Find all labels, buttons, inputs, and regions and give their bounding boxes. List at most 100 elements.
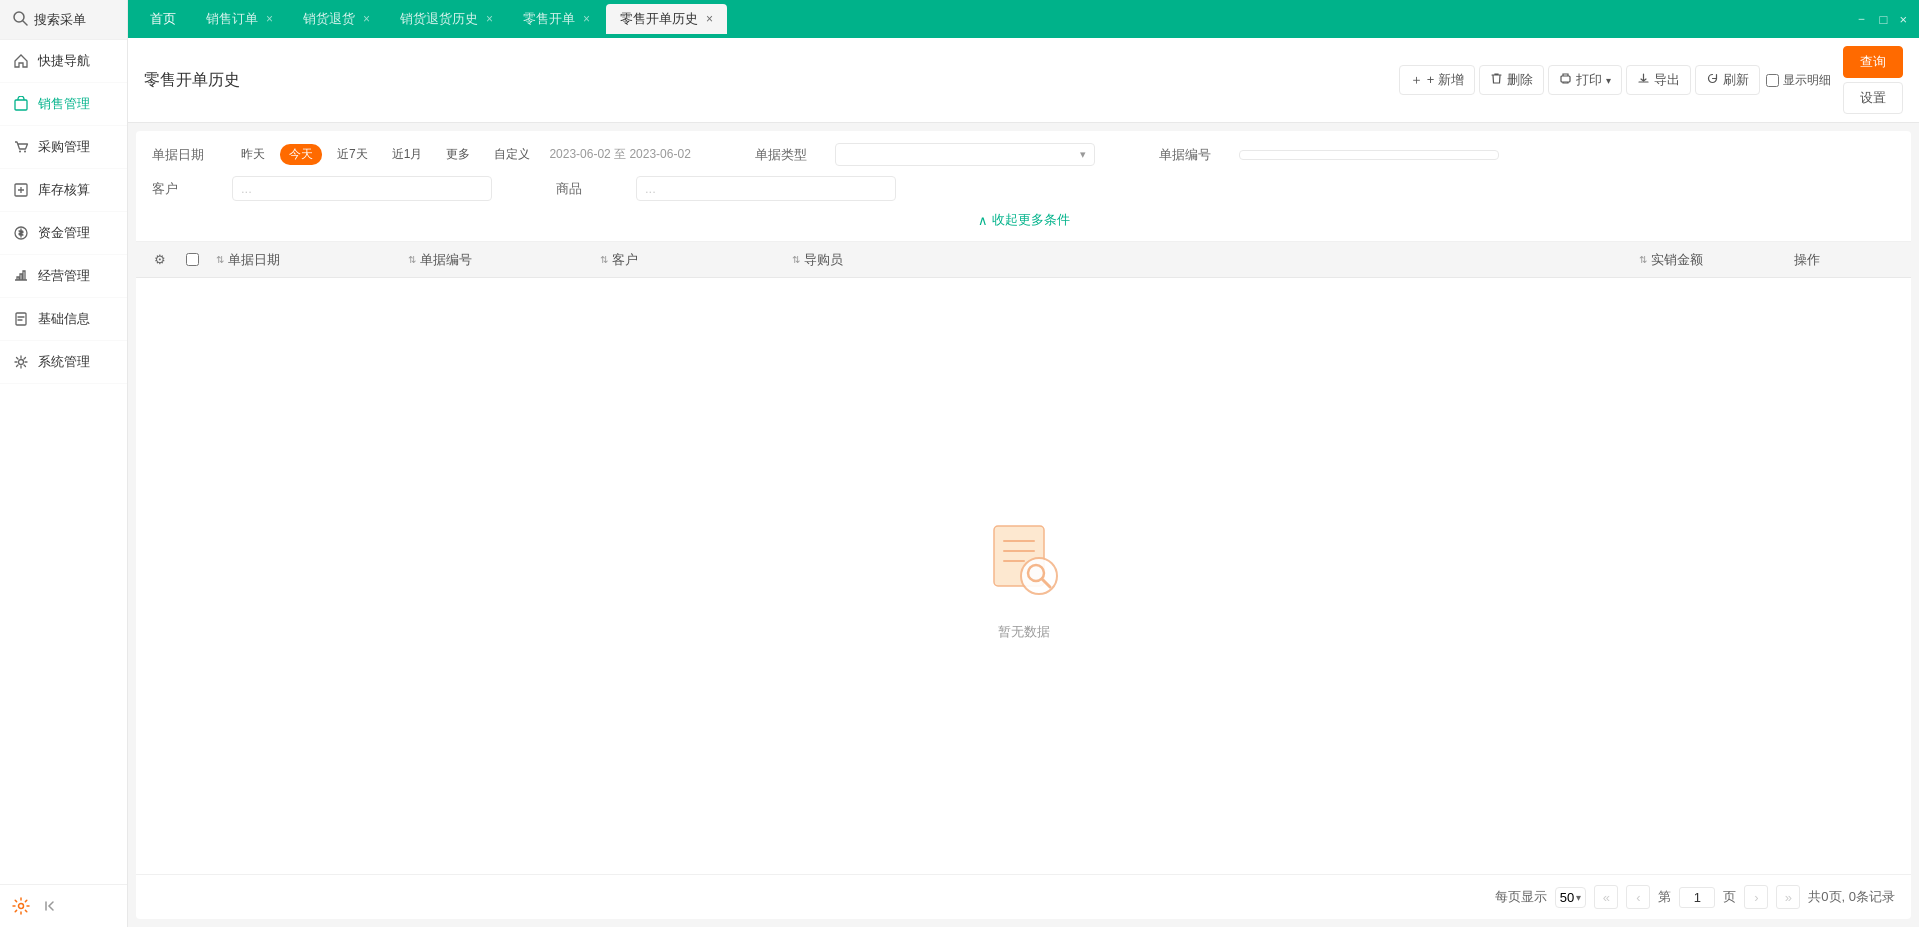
- sidebar-item-inventory[interactable]: 库存核算: [0, 169, 127, 212]
- per-page-value: 50: [1560, 890, 1574, 905]
- svg-rect-2: [15, 100, 27, 110]
- prev-page-btn[interactable]: ‹: [1626, 885, 1650, 909]
- tab-label: 销货退货: [303, 10, 355, 28]
- query-button[interactable]: 查询: [1843, 46, 1903, 78]
- last-page-btn[interactable]: »: [1776, 885, 1800, 909]
- export-icon: [1637, 72, 1650, 88]
- tab-close-icon[interactable]: ×: [583, 12, 590, 26]
- delete-icon: [1490, 72, 1503, 88]
- sidebar-item-sales-mgmt[interactable]: 销售管理: [0, 83, 127, 126]
- refresh-button[interactable]: 刷新: [1695, 65, 1760, 95]
- th-customer-label: 客户: [612, 251, 638, 269]
- sidebar-item-label: 经营管理: [38, 267, 90, 285]
- svg-line-1: [23, 21, 27, 25]
- sidebar-item-system[interactable]: 系统管理: [0, 341, 127, 384]
- date-7days-btn[interactable]: 近7天: [328, 143, 377, 166]
- empty-illustration: [974, 511, 1074, 611]
- customer-label: 客户: [152, 180, 208, 198]
- chevron-down-icon: ▾: [1080, 148, 1086, 161]
- goods-label: 商品: [556, 180, 612, 198]
- tab-retail-open[interactable]: 零售开单 ×: [509, 4, 604, 34]
- sidebar-collapse-btn[interactable]: [42, 897, 60, 915]
- pagination: 每页显示 50 ▾ « ‹ 第 页 › » 共0页, 0条记录: [136, 874, 1911, 919]
- filter-row-2: 客户 ... 商品 ...: [152, 176, 1895, 201]
- print-icon: [1559, 72, 1572, 88]
- customer-input[interactable]: ...: [232, 176, 492, 201]
- svg-point-8: [19, 360, 24, 365]
- purchase-icon: [12, 138, 30, 156]
- per-page-dropdown-icon: ▾: [1576, 892, 1581, 903]
- per-page-label: 每页显示: [1495, 888, 1547, 906]
- date-yesterday-btn[interactable]: 昨天: [232, 143, 274, 166]
- sidebar-search-label: 搜索采单: [34, 11, 86, 29]
- settings-button[interactable]: 设置: [1843, 82, 1903, 114]
- refresh-icon: [1706, 72, 1719, 88]
- th-guide[interactable]: ⇅ 导购员: [784, 251, 976, 269]
- delete-button[interactable]: 删除: [1479, 65, 1544, 95]
- tab-label: 首页: [150, 10, 176, 28]
- th-number-label: 单据编号: [420, 251, 472, 269]
- th-number[interactable]: ⇅ 单据编号: [400, 251, 592, 269]
- date-more-btn[interactable]: 更多: [437, 143, 479, 166]
- th-amount[interactable]: ⇅ 实销金额: [1519, 251, 1711, 269]
- th-amount-label: 实销金额: [1651, 251, 1703, 269]
- sidebar-item-quick-nav[interactable]: 快捷导航: [0, 40, 127, 83]
- window-close-btn[interactable]: ×: [1899, 12, 1907, 27]
- svg-point-9: [19, 904, 24, 909]
- sidebar-item-label: 销售管理: [38, 95, 90, 113]
- per-page-select[interactable]: 50 ▾: [1555, 887, 1586, 908]
- first-page-btn[interactable]: «: [1594, 885, 1618, 909]
- sidebar-item-label: 库存核算: [38, 181, 90, 199]
- display-detail-checkbox[interactable]: [1766, 74, 1779, 87]
- print-button[interactable]: 打印 ▾: [1548, 65, 1622, 95]
- window-restore-btn[interactable]: □: [1880, 12, 1888, 27]
- tab-home[interactable]: 首页: [136, 4, 190, 34]
- select-all-checkbox[interactable]: [186, 253, 199, 266]
- sidebar-search[interactable]: 搜索采单: [0, 0, 127, 40]
- basic-icon: [12, 310, 30, 328]
- tab-close-icon[interactable]: ×: [486, 12, 493, 26]
- number-input[interactable]: [1239, 150, 1499, 160]
- tab-close-icon[interactable]: ×: [706, 12, 713, 26]
- svg-rect-7: [16, 313, 26, 325]
- date-today-btn[interactable]: 今天: [280, 144, 322, 165]
- select-all-checkbox-cell: [176, 253, 208, 266]
- goods-input[interactable]: ...: [636, 176, 896, 201]
- filter-area: 单据日期 昨天 今天 近7天 近1月 更多 自定义 2023-06-02 至 2…: [136, 131, 1911, 242]
- sidebar-item-operations[interactable]: 经营管理: [0, 255, 127, 298]
- table-settings-btn[interactable]: ⚙: [144, 252, 176, 267]
- sidebar-settings-btn[interactable]: [12, 897, 30, 915]
- tab-sales-return-history[interactable]: 销货退货历史 ×: [386, 4, 507, 34]
- collapse-button[interactable]: ∧ 收起更多条件: [978, 211, 1070, 229]
- sidebar-item-finance[interactable]: 资金管理: [0, 212, 127, 255]
- date-custom-btn[interactable]: 自定义: [485, 143, 539, 166]
- query-settings-group: 查询 设置: [1843, 46, 1903, 114]
- export-button[interactable]: 导出: [1626, 65, 1691, 95]
- goods-placeholder: ...: [645, 181, 656, 196]
- add-button[interactable]: ＋ + 新增: [1399, 65, 1475, 95]
- sidebar-item-basic-info[interactable]: 基础信息: [0, 298, 127, 341]
- tab-sales-return[interactable]: 销货退货 ×: [289, 4, 384, 34]
- sales-icon: [12, 95, 30, 113]
- tab-retail-open-history[interactable]: 零售开单历史 ×: [606, 4, 727, 34]
- sidebar-item-purchase-mgmt[interactable]: 采购管理: [0, 126, 127, 169]
- th-date[interactable]: ⇅ 单据日期: [208, 251, 400, 269]
- window-minimize-btn[interactable]: －: [1855, 10, 1868, 28]
- th-customer[interactable]: ⇅ 客户: [592, 251, 784, 269]
- sidebar-item-label: 基础信息: [38, 310, 90, 328]
- date-1month-btn[interactable]: 近1月: [383, 143, 432, 166]
- page-label: 第: [1658, 888, 1671, 906]
- type-select[interactable]: ▾: [835, 143, 1095, 166]
- next-page-btn[interactable]: ›: [1744, 885, 1768, 909]
- operations-icon: [12, 267, 30, 285]
- table-container: ⚙ ⇅ 单据日期 ⇅ 单据编号 ⇅ 客户 ⇅: [136, 242, 1911, 874]
- inventory-icon: [12, 181, 30, 199]
- sort-icon: ⇅: [408, 254, 416, 265]
- page-input[interactable]: [1679, 887, 1715, 908]
- sort-icon: ⇅: [600, 254, 608, 265]
- tab-close-icon[interactable]: ×: [266, 12, 273, 26]
- content-card: 单据日期 昨天 今天 近7天 近1月 更多 自定义 2023-06-02 至 2…: [136, 131, 1911, 919]
- tab-sales-order[interactable]: 销售订单 ×: [192, 4, 287, 34]
- tab-label: 销售订单: [206, 10, 258, 28]
- tab-close-icon[interactable]: ×: [363, 12, 370, 26]
